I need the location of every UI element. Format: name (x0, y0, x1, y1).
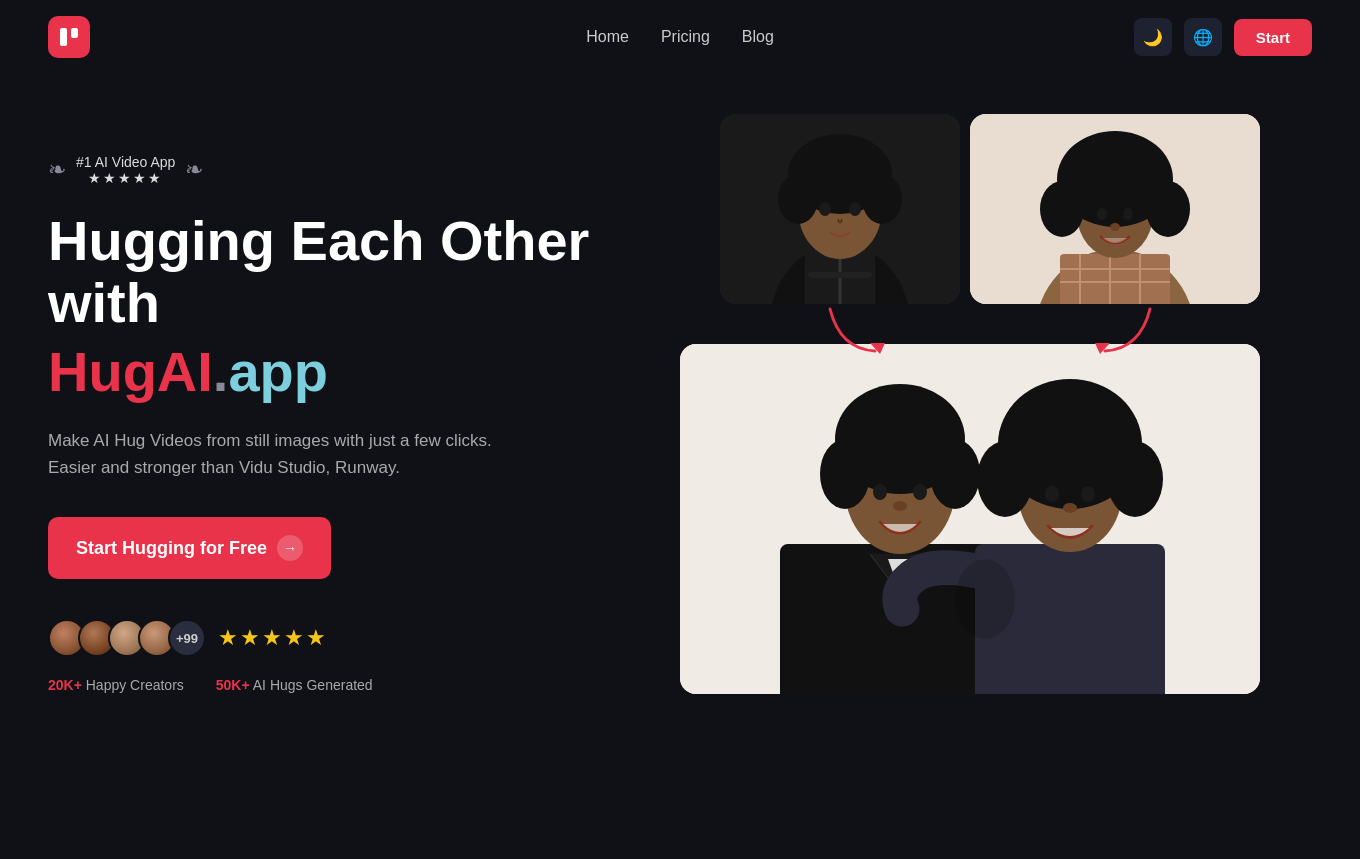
start-button[interactable]: Start (1234, 19, 1312, 56)
cta-button[interactable]: Start Hugging for Free → (48, 517, 331, 579)
award-badge: ❧ #1 AI Video App ★★★★★ ❧ (48, 154, 628, 186)
social-proof: +99 ★ ★ ★ ★ ★ (48, 619, 628, 657)
nav-pricing[interactable]: Pricing (661, 28, 710, 46)
star-2: ★ (240, 625, 260, 651)
badge-stars: ★★★★★ (76, 170, 175, 186)
image-top-left (720, 114, 960, 304)
hero-right (628, 114, 1312, 694)
star-5: ★ (306, 625, 326, 651)
svg-point-45 (1107, 441, 1163, 517)
photo-child-svg (970, 114, 1260, 304)
hug-text: HugAI (48, 340, 213, 403)
svg-rect-0 (60, 28, 67, 46)
svg-point-27 (1110, 223, 1120, 231)
badge-text: #1 AI Video App ★★★★★ (76, 154, 175, 186)
star-3: ★ (262, 625, 282, 651)
svg-point-23 (1040, 181, 1084, 237)
stat-hugs-label-text: AI Hugs Generated (253, 677, 373, 693)
svg-point-38 (913, 484, 927, 500)
stat-hugs-number: 50K+ (216, 677, 250, 693)
image-top-right (970, 114, 1260, 304)
images-container (680, 114, 1260, 694)
stats-row: 20K+ Happy Creators 50K+ AI Hugs Generat… (48, 677, 628, 693)
arrow-right-icon (1080, 299, 1160, 359)
svg-point-37 (873, 484, 887, 500)
star-1: ★ (218, 625, 238, 651)
logo-icon (48, 16, 90, 58)
hero-description: Make AI Hug Videos from still images wit… (48, 427, 528, 481)
avatar-group: +99 (48, 619, 206, 657)
laurel-right-icon: ❧ (185, 157, 203, 183)
photo-hugging-svg (680, 344, 1260, 694)
cta-label: Start Hugging for Free (76, 538, 267, 559)
stat-creators: 20K+ Happy Creators (48, 677, 184, 693)
hero-heading-line1: Hugging Each Other with (48, 210, 628, 333)
stat-creators-label-text: Happy Creators (86, 677, 184, 693)
dark-mode-toggle[interactable]: 🌙 (1134, 18, 1172, 56)
svg-marker-29 (1095, 343, 1110, 354)
badge-title: #1 AI Video App (76, 154, 175, 170)
stat-creators-number: 20K+ (48, 677, 82, 693)
nav-links: Home Pricing Blog (586, 28, 774, 46)
svg-point-49 (955, 559, 1015, 639)
app-text: app (228, 340, 328, 403)
svg-point-48 (1063, 503, 1077, 513)
navbar: Home Pricing Blog 🌙 🌐 Start (0, 0, 1360, 74)
photo-mj-young-svg (720, 114, 960, 304)
cta-arrow-icon: → (277, 535, 303, 561)
hero-heading-line2: HugAI.app (48, 341, 628, 403)
svg-point-25 (1097, 208, 1107, 220)
hero-section: ❧ #1 AI Video App ★★★★★ ❧ Hugging Each O… (0, 74, 1360, 853)
arrow-left-icon (820, 299, 900, 359)
laurel-left-icon: ❧ (48, 157, 66, 183)
svg-marker-28 (870, 343, 885, 354)
moon-icon: 🌙 (1143, 28, 1163, 47)
hero-left: ❧ #1 AI Video App ★★★★★ ❧ Hugging Each O… (48, 114, 628, 693)
language-toggle[interactable]: 🌐 (1184, 18, 1222, 56)
svg-point-36 (930, 439, 980, 509)
stat-hugs: 50K+ AI Hugs Generated (216, 677, 373, 693)
svg-point-44 (977, 441, 1033, 517)
nav-home[interactable]: Home (586, 28, 629, 46)
nav-blog[interactable]: Blog (742, 28, 774, 46)
dot-text: . (213, 340, 229, 403)
svg-point-26 (1123, 208, 1133, 220)
svg-point-9 (819, 202, 831, 216)
svg-point-7 (778, 174, 818, 224)
image-bottom (680, 344, 1260, 694)
svg-rect-1 (71, 28, 78, 38)
logo[interactable] (48, 16, 90, 58)
svg-point-35 (820, 439, 870, 509)
svg-rect-12 (808, 272, 872, 278)
svg-rect-15 (1060, 254, 1170, 304)
svg-point-46 (1045, 486, 1059, 502)
nav-actions: 🌙 🌐 Start (1134, 18, 1312, 56)
svg-point-39 (893, 501, 907, 511)
svg-point-24 (1146, 181, 1190, 237)
globe-icon: 🌐 (1193, 28, 1213, 47)
avatar-count: +99 (168, 619, 206, 657)
svg-point-47 (1081, 486, 1095, 502)
svg-point-10 (849, 202, 861, 216)
stars-row: ★ ★ ★ ★ ★ (218, 625, 326, 651)
star-4: ★ (284, 625, 304, 651)
svg-point-8 (862, 174, 902, 224)
logo-svg (57, 25, 81, 49)
